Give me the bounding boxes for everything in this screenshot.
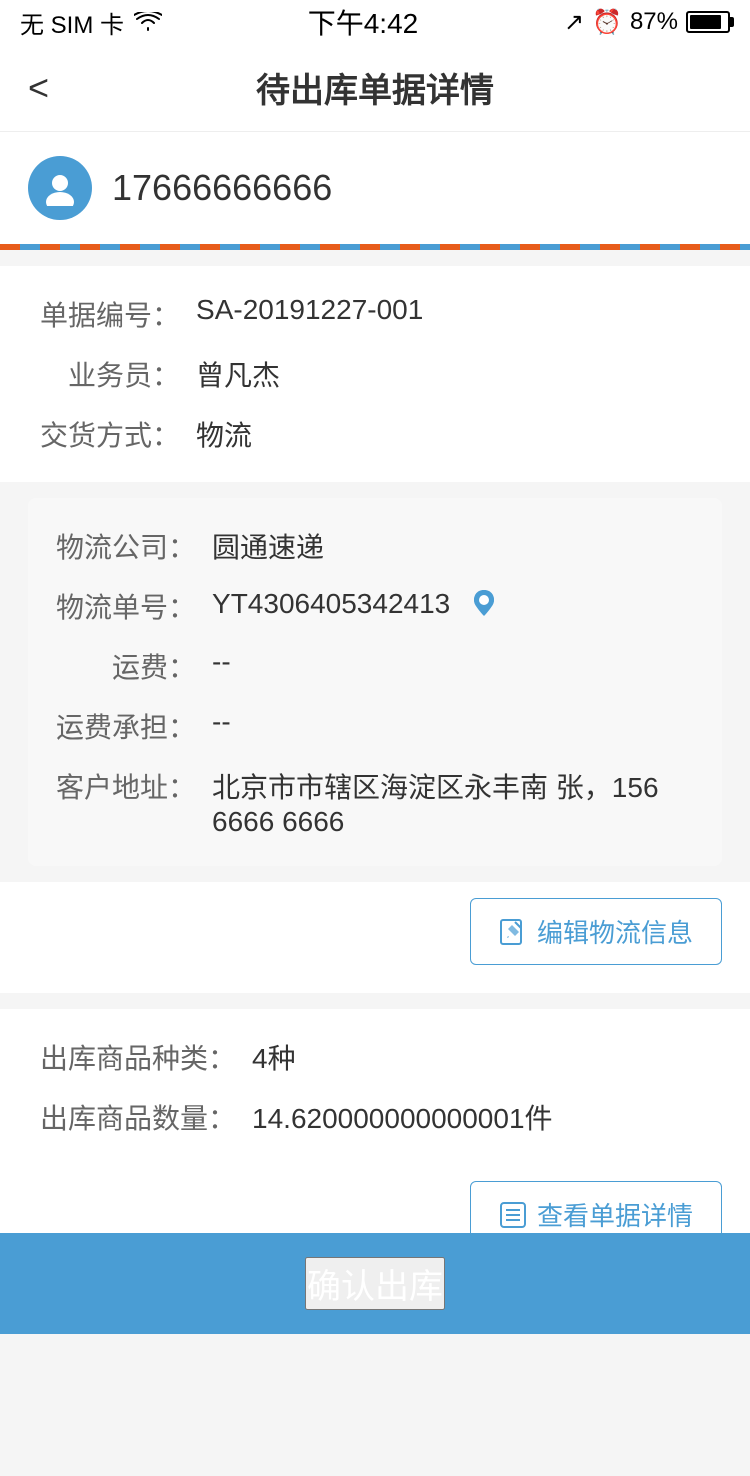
status-time: 下午4:42 xyxy=(308,2,419,42)
edit-logistics-label: 编辑物流信息 xyxy=(537,913,693,950)
sales-person-label: 业务员： xyxy=(40,354,180,394)
freight-value: -- xyxy=(212,646,694,678)
battery-percentage: 87% xyxy=(630,8,678,36)
goods-quantity-row: 出库商品数量： 14.620000000000001件 xyxy=(40,1097,710,1137)
delivery-method-value: 物流 xyxy=(196,414,710,454)
alarm-icon: ⏰ xyxy=(592,8,622,37)
sales-person-value: 曾凡杰 xyxy=(196,354,710,394)
nav-bar: < 待出库单据详情 xyxy=(0,44,750,132)
logistics-company-value: 圆通速递 xyxy=(212,526,694,566)
battery-icon xyxy=(686,11,730,33)
status-right: ↗ ⏰ 87% xyxy=(564,8,730,37)
goods-quantity-label: 出库商品数量： xyxy=(40,1097,236,1137)
goods-type-row: 出库商品种类： 4种 xyxy=(40,1037,710,1077)
status-left: 无 SIM 卡 xyxy=(20,5,162,40)
goods-quantity-value: 14.620000000000001件 xyxy=(252,1097,710,1137)
tracking-number-text: YT4306405342413 xyxy=(212,588,450,620)
edit-logistics-button[interactable]: 编辑物流信息 xyxy=(470,898,722,965)
sales-person-row: 业务员： 曾凡杰 xyxy=(40,354,710,394)
doc-number-value: SA-20191227-001 xyxy=(196,294,710,326)
goods-section: 出库商品种类： 4种 出库商品数量： 14.620000000000001件 xyxy=(0,1009,750,1165)
carrier-text: 无 SIM 卡 xyxy=(20,5,124,40)
dashed-divider xyxy=(0,244,750,250)
view-details-label: 查看单据详情 xyxy=(537,1196,693,1233)
address-row: 客户地址： 北京市市辖区海淀区永丰南 张，156 6666 6666 xyxy=(56,766,694,838)
page-title: 待出库单据详情 xyxy=(256,63,494,112)
avatar xyxy=(28,156,92,220)
tracking-number-value: YT4306405342413 xyxy=(212,586,694,622)
doc-number-row: 单据编号： SA-20191227-001 xyxy=(40,294,710,334)
tracking-number-row: 物流单号： YT4306405342413 xyxy=(56,586,694,626)
goods-type-value: 4种 xyxy=(252,1037,710,1077)
goods-type-label: 出库商品种类： xyxy=(40,1037,236,1077)
logistics-company-row: 物流公司： 圆通速递 xyxy=(56,526,694,566)
order-info-section: 单据编号： SA-20191227-001 业务员： 曾凡杰 交货方式： 物流 xyxy=(0,266,750,482)
delivery-method-row: 交货方式： 物流 xyxy=(40,414,710,454)
status-bar: 无 SIM 卡 下午4:42 ↗ ⏰ 87% xyxy=(0,0,750,44)
delivery-method-label: 交货方式： xyxy=(40,414,180,454)
freight-row: 运费： -- xyxy=(56,646,694,686)
back-button[interactable]: < xyxy=(28,67,49,109)
user-phone: 17666666666 xyxy=(112,167,332,209)
user-header: 17666666666 xyxy=(0,132,750,244)
freight-bearer-label: 运费承担： xyxy=(56,706,196,746)
address-label: 客户地址： xyxy=(56,766,196,806)
confirm-btn-wrap: 确认出库 xyxy=(0,1233,750,1334)
doc-number-label: 单据编号： xyxy=(40,294,180,334)
freight-bearer-row: 运费承担： -- xyxy=(56,706,694,746)
edit-btn-wrap: 编辑物流信息 xyxy=(0,882,750,993)
address-value: 北京市市辖区海淀区永丰南 张，156 6666 6666 xyxy=(212,766,694,838)
tracking-number-label: 物流单号： xyxy=(56,586,196,626)
edit-icon xyxy=(499,918,527,946)
wifi-icon xyxy=(134,12,162,32)
section-separator-1 xyxy=(0,993,750,1009)
freight-label: 运费： xyxy=(56,646,196,686)
map-pin-icon[interactable] xyxy=(466,586,502,622)
freight-bearer-value: -- xyxy=(212,706,694,738)
logistics-card: 物流公司： 圆通速递 物流单号： YT4306405342413 运费： -- … xyxy=(28,498,722,866)
logistics-company-label: 物流公司： xyxy=(56,526,196,566)
user-avatar-icon xyxy=(42,170,78,206)
list-icon xyxy=(499,1201,527,1229)
confirm-button[interactable]: 确认出库 xyxy=(305,1257,445,1310)
location-status-icon: ↗ xyxy=(564,8,584,37)
